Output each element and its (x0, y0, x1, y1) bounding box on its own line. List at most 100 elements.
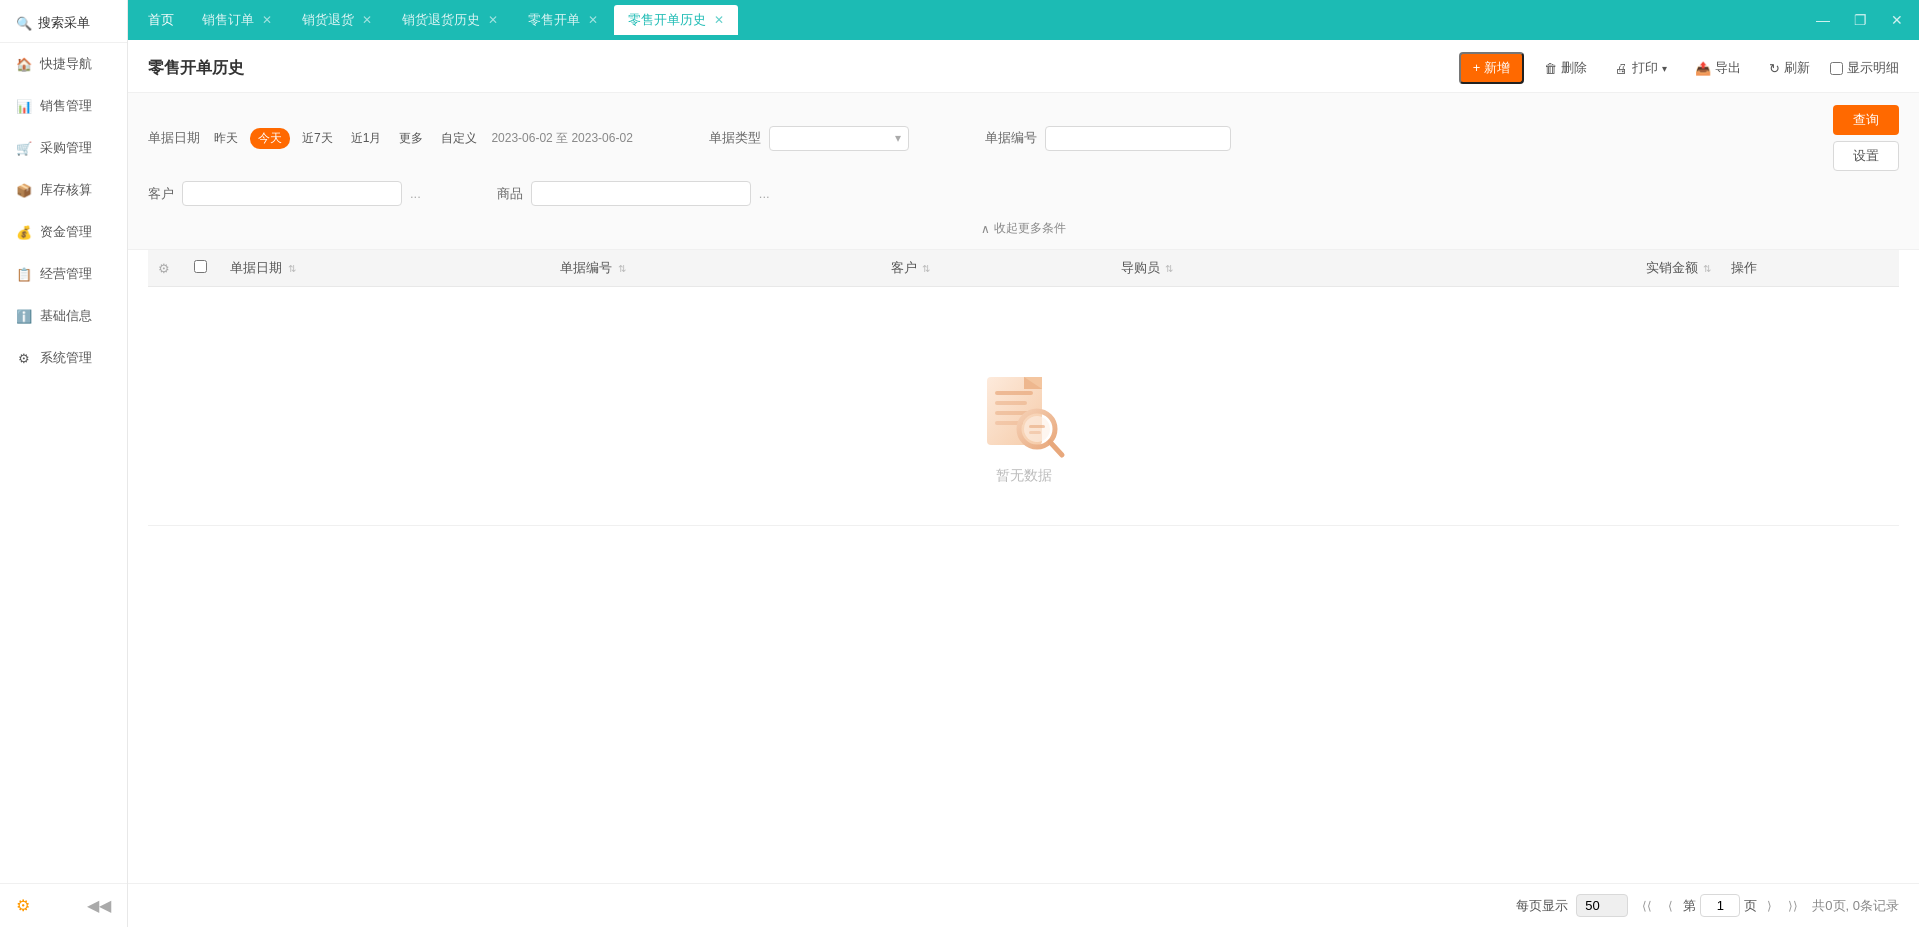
main-area: 首页 销售订单 ✕ 销货退货 ✕ 销货退货历史 ✕ 零售开单 ✕ 零售开单历史 … (128, 0, 1919, 927)
tab-label: 销货退货历史 (402, 11, 480, 29)
page-label: 页 (1744, 897, 1757, 915)
restore-icon[interactable]: ❐ (1846, 8, 1875, 32)
tab-retail-open[interactable]: 零售开单 ✕ (514, 5, 612, 35)
prev-page-button[interactable]: ⟨ (1662, 896, 1679, 916)
sidebar-label: 快捷导航 (40, 55, 92, 73)
page-number-input[interactable] (1700, 894, 1740, 917)
display-detail-checkbox[interactable] (1830, 62, 1843, 75)
filter-row-2: 客户 ... 商品 ... (148, 181, 1899, 206)
filter-row-1: 单据日期 昨天 今天 近7天 近1月 更多 自定义 2023-06-02 至 2… (148, 105, 1899, 171)
sidebar-item-quick-nav[interactable]: 🏠 快捷导航 (0, 43, 127, 85)
product-filter-section: 商品 ... (497, 181, 770, 206)
sidebar-item-sales-mgmt[interactable]: 📊 销售管理 (0, 85, 127, 127)
date-option-more[interactable]: 更多 (393, 128, 429, 149)
empty-state-cell: 暂无数据 (148, 287, 1899, 526)
sidebar-item-basic-info[interactable]: ℹ️ 基础信息 (0, 295, 127, 337)
date-option-1month[interactable]: 近1月 (345, 128, 388, 149)
data-table: ⚙ 单据日期 ⇅ 单据编号 ⇅ (148, 250, 1899, 526)
add-button[interactable]: + 新增 (1459, 52, 1524, 84)
filter-area: 单据日期 昨天 今天 近7天 近1月 更多 自定义 2023-06-02 至 2… (128, 93, 1919, 250)
print-label: 打印 (1632, 59, 1658, 77)
tab-home[interactable]: 首页 (136, 5, 186, 35)
tab-bar-right: — ❐ ✕ (1808, 8, 1911, 32)
product-picker-icon[interactable]: ... (759, 186, 770, 201)
display-detail-toggle[interactable]: 显示明细 (1830, 59, 1899, 77)
tab-close-icon[interactable]: ✕ (362, 13, 372, 27)
sidebar-label: 销售管理 (40, 97, 92, 115)
date-option-today[interactable]: 今天 (250, 128, 290, 149)
customer-input[interactable] (182, 181, 402, 206)
order-no-input[interactable] (1045, 126, 1231, 151)
date-option-7days[interactable]: 近7天 (296, 128, 339, 149)
page-title: 零售开单历史 (148, 58, 244, 79)
refresh-button[interactable]: ↻ 刷新 (1761, 55, 1818, 81)
page-header: 零售开单历史 + 新增 🗑 删除 🖨 打印 ▾ 📤 导出 ↻ (128, 40, 1919, 93)
tab-close-icon[interactable]: ✕ (262, 13, 272, 27)
sidebar-label: 采购管理 (40, 139, 92, 157)
column-settings-icon[interactable]: ⚙ (158, 261, 170, 276)
order-type-section: 单据类型 (709, 126, 909, 151)
th-customer-label: 客户 (891, 260, 917, 275)
tab-close-icon[interactable]: ✕ (588, 13, 598, 27)
svg-line-9 (1050, 442, 1062, 455)
minimize-icon[interactable]: — (1808, 8, 1838, 32)
tab-sales-order[interactable]: 销售订单 ✕ (188, 5, 286, 35)
select-all-checkbox[interactable] (194, 260, 207, 273)
collapse-sidebar-icon[interactable]: ◀◀ (87, 896, 111, 915)
action-buttons: 查询 设置 (1833, 105, 1899, 171)
order-no-label: 单据编号 (985, 129, 1037, 147)
settings-icon[interactable]: ⚙ (16, 896, 30, 915)
collapse-more-btn[interactable]: ∧ 收起更多条件 (148, 216, 1899, 237)
export-button[interactable]: 📤 导出 (1687, 55, 1749, 81)
product-input[interactable] (531, 181, 751, 206)
sidebar-item-inventory[interactable]: 📦 库存核算 (0, 169, 127, 211)
tab-sales-return[interactable]: 销货退货 ✕ (288, 5, 386, 35)
date-options: 昨天 今天 近7天 近1月 更多 自定义 (208, 128, 483, 149)
chart-icon: 📊 (16, 98, 32, 114)
sidebar-label: 系统管理 (40, 349, 92, 367)
sort-salesperson-icon[interactable]: ⇅ (1165, 263, 1173, 274)
tab-sales-return-history[interactable]: 销货退货历史 ✕ (388, 5, 512, 35)
th-settings[interactable]: ⚙ (148, 250, 184, 287)
first-page-button[interactable]: ⟨⟨ (1636, 896, 1658, 916)
th-no: 单据编号 ⇅ (550, 250, 880, 287)
tab-retail-history[interactable]: 零售开单历史 ✕ (614, 5, 738, 35)
close-window-icon[interactable]: ✕ (1883, 8, 1911, 32)
delete-icon: 🗑 (1544, 61, 1557, 76)
date-filter-label: 单据日期 (148, 129, 200, 147)
date-option-custom[interactable]: 自定义 (435, 128, 483, 149)
tab-close-icon[interactable]: ✕ (488, 13, 498, 27)
query-button[interactable]: 查询 (1833, 105, 1899, 135)
cart-icon: 🛒 (16, 140, 32, 156)
print-button[interactable]: 🖨 打印 ▾ (1607, 55, 1675, 81)
empty-illustration (969, 367, 1079, 467)
order-type-select[interactable] (769, 126, 909, 151)
next-page-button[interactable]: ⟩ (1761, 896, 1778, 916)
order-type-select-wrap (769, 126, 909, 151)
per-page-select[interactable]: 50 100 200 (1576, 894, 1628, 917)
sort-amount-icon[interactable]: ⇅ (1703, 263, 1711, 274)
filter-settings-button[interactable]: 设置 (1833, 141, 1899, 171)
sort-customer-icon[interactable]: ⇅ (922, 263, 930, 274)
sort-date-icon[interactable]: ⇅ (288, 263, 296, 274)
date-filter-section: 单据日期 昨天 今天 近7天 近1月 更多 自定义 2023-06-02 至 2… (148, 128, 633, 149)
order-type-label: 单据类型 (709, 129, 761, 147)
sidebar-item-operations[interactable]: 📋 经营管理 (0, 253, 127, 295)
sort-no-icon[interactable]: ⇅ (618, 263, 626, 274)
sidebar-item-finance[interactable]: 💰 资金管理 (0, 211, 127, 253)
print-icon: 🖨 (1615, 61, 1628, 76)
sidebar-search-btn[interactable]: 🔍 搜索采单 (0, 0, 127, 43)
customer-picker-icon[interactable]: ... (410, 186, 421, 201)
sidebar: 🔍 搜索采单 🏠 快捷导航 📊 销售管理 🛒 采购管理 📦 库存核算 💰 资金管… (0, 0, 128, 927)
tab-close-icon[interactable]: ✕ (714, 13, 724, 27)
last-page-button[interactable]: ⟩⟩ (1782, 896, 1804, 916)
delete-button[interactable]: 🗑 删除 (1536, 55, 1595, 81)
collapse-label: 收起更多条件 (994, 220, 1066, 237)
sidebar-item-system[interactable]: ⚙ 系统管理 (0, 337, 127, 379)
svg-rect-10 (1029, 425, 1045, 428)
th-date: 单据日期 ⇅ (220, 250, 550, 287)
date-option-yesterday[interactable]: 昨天 (208, 128, 244, 149)
refresh-label: 刷新 (1784, 59, 1810, 77)
sidebar-item-purchase-mgmt[interactable]: 🛒 采购管理 (0, 127, 127, 169)
product-label: 商品 (497, 185, 523, 203)
